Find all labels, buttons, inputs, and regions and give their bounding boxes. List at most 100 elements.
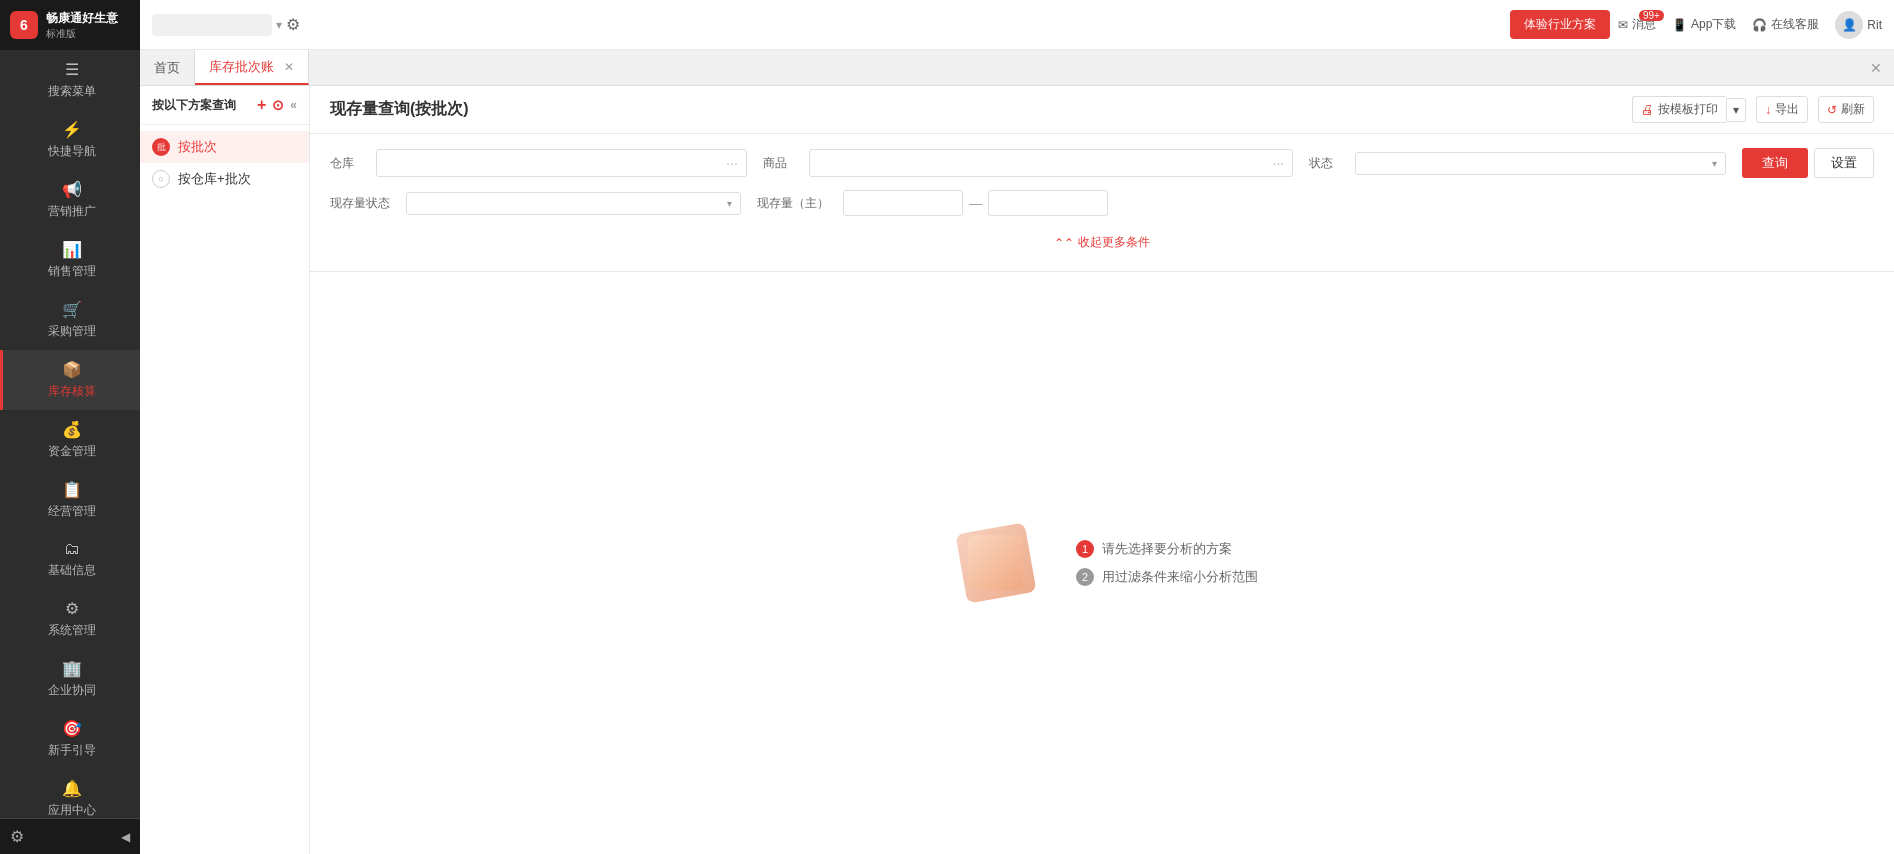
print-btn-label: 按模板打印 [1658,101,1718,118]
sidebar-item-sales[interactable]: 📊 销售管理 [0,230,140,290]
inventory-main-to[interactable] [988,190,1108,216]
scheme-batch-icon: 批 [152,138,170,156]
sidebar-item-label: 新手引导 [48,742,96,759]
refresh-btn[interactable]: ↺ 刷新 [1818,96,1874,123]
sidebar-item-finance[interactable]: 💰 资金管理 [0,410,140,470]
edition-label: 标准版 [46,27,118,41]
warehouse-more-icon[interactable]: ··· [726,155,738,171]
sidebar-item-search[interactable]: ☰ 搜索菜单 [0,50,140,110]
product-text-input[interactable] [818,156,1269,170]
product-field: 商品 ··· [763,149,1293,177]
breadcrumb-arrow-icon[interactable]: ▾ [276,18,282,32]
settings-gear-icon[interactable]: ⚙ [286,15,300,34]
refresh-btn-label: 刷新 [1841,101,1865,118]
user-avatar-btn[interactable]: 👤 Rit [1835,11,1882,39]
sidebar-item-system[interactable]: ⚙ 系统管理 [0,589,140,649]
status-arrow-icon: ▾ [1712,158,1717,169]
inventory-icon: 📦 [62,360,82,379]
inventory-main-from[interactable] [843,190,963,216]
status-field: 状态 ▾ [1309,152,1726,175]
product-more-icon[interactable]: ··· [1273,155,1285,171]
messages-badge: 99+ [1639,10,1664,21]
messages-btn[interactable]: ✉ 消息 99+ [1618,16,1656,33]
tab-inventory-batch[interactable]: 库存批次账 ✕ [195,50,309,85]
content-area: 按以下方案查询 + ⊙ « 批 按批次 ○ 按 [140,86,1894,854]
sidebar-item-label: 库存核算 [48,383,96,400]
sidebar-item-enterprise[interactable]: 🏢 企业协同 [0,649,140,709]
step1-num: 1 [1076,540,1094,558]
setup-btn[interactable]: 设置 [1814,148,1874,178]
sidebar-item-quick-nav[interactable]: ⚡ 快捷导航 [0,110,140,170]
online-service-label: 在线客服 [1771,16,1819,33]
main-area: ▾ ⚙ 体验行业方案 ✉ 消息 99+ 📱 App下载 🎧 在线客服 👤 [140,0,1894,854]
message-icon: ✉ [1618,18,1628,32]
sidebar-item-newbie[interactable]: 🎯 新手引导 [0,709,140,769]
scheme-item-warehouse-batch[interactable]: ○ 按仓库+批次 [140,163,309,195]
add-scheme-icon[interactable]: + [257,96,266,114]
sidebar-item-purchase[interactable]: 🛒 采购管理 [0,290,140,350]
sidebar-item-basic[interactable]: 🗂 基础信息 [0,530,140,589]
print-expand-btn[interactable]: ▾ [1726,98,1746,122]
product-input[interactable]: ··· [809,149,1293,177]
export-icon: ↓ [1765,103,1771,117]
inventory-main-field: 现存量（主） — [757,190,1280,216]
topbar-breadcrumb: ▾ ⚙ [152,14,1502,36]
collapse-filters-btn[interactable]: ⌃⌃ 收起更多条件 [330,228,1874,257]
sidebar-item-app-center[interactable]: 🔔 应用中心 [0,769,140,818]
warehouse-label: 仓库 [330,155,370,172]
breadcrumb-input[interactable] [152,14,272,36]
export-btn[interactable]: ↓ 导出 [1756,96,1808,123]
warehouse-field: 仓库 ··· [330,149,747,177]
print-btn[interactable]: 🖨 按模板打印 [1632,96,1726,123]
sidebar-collapse-icon[interactable]: ◀ [121,830,130,844]
company-name: 畅康通好生意 [46,10,118,27]
right-panel: 现存量查询(按批次) 🖨 按模板打印 ▾ ↓ 导出 [310,86,1894,854]
collapse-label: 收起更多条件 [1078,234,1150,251]
search-menu-icon: ☰ [65,60,79,79]
trial-btn[interactable]: 体验行业方案 [1510,10,1610,39]
tab-bar: 首页 库存批次账 ✕ ✕ [140,50,1894,86]
empty-state: 1 请先选择要分析的方案 2 用过滤条件来缩小分析范围 [310,272,1894,854]
sidebar-footer: ⚙ ◀ [0,818,140,854]
sidebar-gear-icon[interactable]: ⚙ [10,827,24,846]
step1-text: 请先选择要分析的方案 [1102,540,1232,558]
scheme-warehouse-batch-icon: ○ [152,170,170,188]
collapse-panel-icon[interactable]: « [290,98,297,112]
online-service-btn[interactable]: 🎧 在线客服 [1752,16,1819,33]
query-btn[interactable]: 查询 [1742,148,1808,178]
app-center-icon: 🔔 [62,779,82,798]
topbar: ▾ ⚙ 体验行业方案 ✉ 消息 99+ 📱 App下载 🎧 在线客服 👤 [140,0,1894,50]
scheme-settings-icon[interactable]: ⊙ [272,97,284,113]
sidebar-item-marketing[interactable]: 📢 营销推广 [0,170,140,230]
warehouse-input[interactable]: ··· [376,149,747,177]
left-panel-actions: + ⊙ « [257,96,297,114]
marketing-icon: 📢 [62,180,82,199]
filter-actions: 查询 设置 [1742,148,1874,178]
scheme-warehouse-batch-label: 按仓库+批次 [178,170,251,188]
logo: 6 [10,11,38,39]
tab-close-icon[interactable]: ✕ [284,60,294,74]
app-download-btn[interactable]: 📱 App下载 [1672,16,1736,33]
status-select[interactable]: ▾ [1355,152,1726,175]
sidebar-item-operations[interactable]: 📋 经营管理 [0,470,140,530]
page-title: 现存量查询(按批次) [330,99,469,120]
export-btn-label: 导出 [1775,101,1799,118]
inventory-main-label: 现存量（主） [757,195,837,212]
operations-icon: 📋 [62,480,82,499]
empty-step-1: 1 请先选择要分析的方案 [1076,540,1258,558]
tab-panel-close-icon[interactable]: ✕ [1858,50,1894,85]
scheme-item-batch[interactable]: 批 按批次 [140,131,309,163]
sidebar: 6 畅康通好生意 标准版 ☰ 搜索菜单 ⚡ 快捷导航 📢 营销推广 📊 销售管理… [0,0,140,854]
tab-home[interactable]: 首页 [140,50,195,85]
product-label: 商品 [763,155,803,172]
sidebar-item-label: 系统管理 [48,622,96,639]
user-avatar: 👤 [1835,11,1863,39]
inventory-status-arrow-icon: ▾ [727,198,732,209]
sidebar-item-label: 搜索菜单 [48,83,96,100]
collapse-icon: ⌃⌃ [1054,236,1074,250]
warehouse-text-input[interactable] [385,156,722,170]
finance-icon: 💰 [62,420,82,439]
inventory-status-select[interactable]: ▾ [406,192,741,215]
sidebar-item-inventory[interactable]: 📦 库存核算 [0,350,140,410]
sidebar-item-label: 快捷导航 [48,143,96,160]
